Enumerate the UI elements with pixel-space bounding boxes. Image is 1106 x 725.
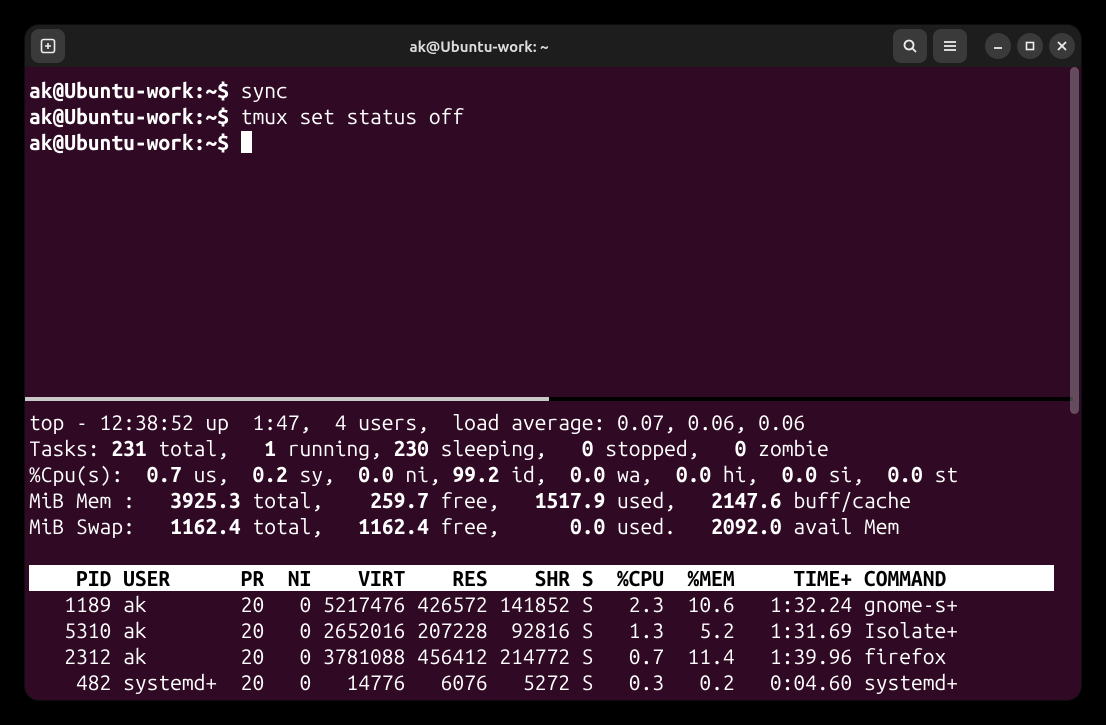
tmux-pane-divider[interactable]	[25, 397, 1073, 401]
terminal-window: ak@Ubuntu-work: ~	[25, 25, 1081, 700]
new-tab-button[interactable]	[31, 29, 65, 63]
command-text: tmux set status off	[241, 104, 464, 128]
titlebar: ak@Ubuntu-work: ~	[25, 25, 1081, 67]
tmux-pane-top[interactable]: ak@Ubuntu-work:~$ sync ak@Ubuntu-work:~$…	[25, 77, 1081, 397]
top-swap-line: MiB Swap: 1162.4 total, 1162.4 free, 0.0…	[29, 514, 899, 538]
top-mem-line: MiB Mem : 3925.3 total, 259.7 free, 1517…	[29, 488, 911, 512]
top-cpu-line: %Cpu(s): 0.7 us, 0.2 sy, 0.0 ni, 99.2 id…	[29, 462, 958, 486]
close-button[interactable]	[1049, 33, 1075, 59]
minimize-button[interactable]	[985, 33, 1011, 59]
shell-prompt: ak@Ubuntu-work:~$	[29, 130, 229, 154]
maximize-button[interactable]	[1017, 33, 1043, 59]
top-header-row: PID USER PR NI VIRT RES SHR S %CPU %MEM …	[29, 565, 1054, 591]
terminal-body[interactable]: ak@Ubuntu-work:~$ sync ak@Ubuntu-work:~$…	[25, 67, 1081, 700]
top-tasks-line: Tasks: 231 total, 1 running, 230 sleepin…	[29, 436, 829, 460]
scrollbar-track[interactable]	[1070, 67, 1079, 698]
cursor	[241, 131, 252, 153]
top-summary-line: top - 12:38:52 up 1:47, 4 users, load av…	[29, 410, 805, 434]
top-process-rows: 1189 ak 20 0 5217476 426572 141852 S 2.3…	[29, 592, 958, 694]
command-text: sync	[241, 78, 288, 102]
search-button[interactable]	[893, 29, 927, 63]
hamburger-menu-button[interactable]	[933, 29, 967, 63]
shell-prompt: ak@Ubuntu-work:~$	[29, 78, 229, 102]
window-title: ak@Ubuntu-work: ~	[65, 38, 893, 55]
tmux-pane-divider-active	[25, 397, 549, 401]
tmux-pane-bottom[interactable]: top - 12:38:52 up 1:47, 4 users, load av…	[25, 409, 1081, 700]
shell-prompt: ak@Ubuntu-work:~$	[29, 104, 229, 128]
scrollbar-thumb[interactable]	[1070, 67, 1079, 414]
